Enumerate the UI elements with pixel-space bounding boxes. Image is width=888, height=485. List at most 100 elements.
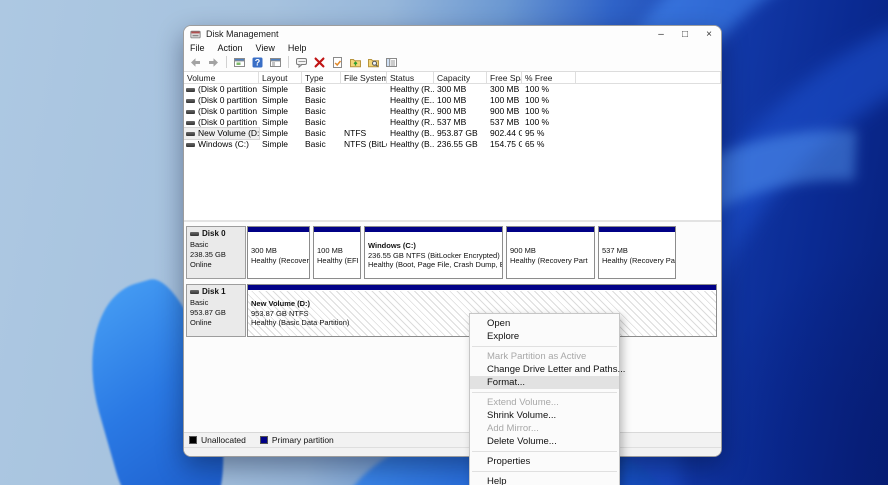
menu-item-help[interactable]: Help <box>470 475 619 485</box>
minimize-button[interactable]: – <box>649 26 673 42</box>
cell-type: Basic <box>305 117 326 127</box>
cell-capacity: 100 MB <box>437 95 467 105</box>
col-filler <box>576 72 721 84</box>
menu-item-explore[interactable]: Explore <box>470 330 619 343</box>
col-volume[interactable]: Volume <box>184 72 259 84</box>
menu-help[interactable]: Help <box>288 43 307 53</box>
partition-windows-c[interactable]: Windows (C:) 236.55 GB NTFS (BitLocker En… <box>364 226 503 279</box>
cell-capacity: 236.55 GB <box>437 139 478 149</box>
table-row[interactable]: (Disk 0 partition 6) Simple Basic Health… <box>184 117 721 128</box>
cell-volume: (Disk 0 partition 5) <box>198 106 259 116</box>
volume-list: Volume Layout Type File System Status Ca… <box>184 72 721 222</box>
folder-search-icon[interactable] <box>366 55 381 70</box>
partition-status: Healthy (Boot, Page File, Crash Dump, Ba… <box>368 260 502 270</box>
disk-name: Disk 0 <box>202 229 226 238</box>
partition-recovery-1[interactable]: 300 MB Healthy (Recovery <box>247 226 310 279</box>
maximize-button[interactable]: □ <box>673 26 697 42</box>
partition-status: Healthy (EFI Sy <box>317 255 360 265</box>
disk-1-label[interactable]: Disk 1 Basic 953.87 GB Online <box>186 284 246 337</box>
cell-freespace: 300 MB <box>490 84 520 94</box>
list-header-row: Volume Layout Type File System Status Ca… <box>184 72 721 84</box>
table-row[interactable]: (Disk 0 partition 1) Simple Basic Health… <box>184 84 721 95</box>
disk-0-label[interactable]: Disk 0 Basic 238.35 GB Online <box>186 226 246 279</box>
cell-status: Healthy (R... <box>390 106 434 116</box>
menu-item-delete-volume[interactable]: Delete Volume... <box>470 435 619 448</box>
col-freespace[interactable]: Free Spa... <box>487 72 522 84</box>
console-window-icon[interactable] <box>232 55 247 70</box>
disk-icon <box>190 232 199 237</box>
cell-pctfree: 95 % <box>525 128 545 138</box>
details-pane-icon[interactable] <box>384 55 399 70</box>
menu-action[interactable]: Action <box>218 43 243 53</box>
cell-filesystem: NTFS (BitLo... <box>344 139 387 149</box>
partition-efi[interactable]: 100 MBHealthy (EFI Sy <box>313 226 361 279</box>
disk-status: Online <box>190 318 212 328</box>
table-row[interactable]: (Disk 0 partition 2) Simple Basic Health… <box>184 95 721 106</box>
menu-item-format[interactable]: Format... <box>470 376 619 389</box>
disk-name: Disk 1 <box>202 287 226 296</box>
cell-type: Basic <box>305 128 326 138</box>
partition-recovery-2[interactable]: 900 MB Healthy (Recovery Part <box>506 226 595 279</box>
volume-icon <box>186 131 195 136</box>
col-type[interactable]: Type <box>302 72 341 84</box>
volume-icon <box>186 98 195 103</box>
cell-layout: Simple <box>262 139 288 149</box>
menu-file[interactable]: File <box>190 43 205 53</box>
menu-separator <box>472 392 617 393</box>
cell-freespace: 100 MB <box>490 95 520 105</box>
partition-status: Healthy (Recovery Part <box>510 255 588 265</box>
menu-separator <box>472 471 617 472</box>
cell-freespace: 154.75 GB <box>490 139 522 149</box>
cell-freespace: 537 MB <box>490 117 520 127</box>
menu-item-properties[interactable]: Properties <box>470 455 619 468</box>
disk-size: 238.35 GB <box>190 249 226 259</box>
col-layout[interactable]: Layout <box>259 72 302 84</box>
cell-capacity: 537 MB <box>437 117 467 127</box>
primary-partition-swatch <box>259 436 268 444</box>
cell-layout: Simple <box>262 95 288 105</box>
cell-capacity: 900 MB <box>437 106 467 116</box>
volume-icon <box>186 87 195 92</box>
menu-separator <box>472 451 617 452</box>
cell-layout: Simple <box>262 106 288 116</box>
table-row-selected[interactable]: New Volume (D:) Simple Basic NTFS Health… <box>184 127 721 140</box>
folder-up-icon[interactable] <box>348 55 363 70</box>
menu-item-shrink-volume[interactable]: Shrink Volume... <box>470 409 619 422</box>
disk-0-row: Disk 0 Basic 238.35 GB Online 300 MB Heal… <box>186 226 719 279</box>
menu-view[interactable]: View <box>256 43 275 53</box>
menu-item-add-mirror[interactable]: Add Mirror... <box>470 422 619 435</box>
status-bubble-icon[interactable] <box>294 55 309 70</box>
menu-bar: File Action View Help <box>184 42 721 53</box>
col-pctfree[interactable]: % Free <box>522 72 576 84</box>
help-icon[interactable]: ? <box>250 55 265 70</box>
back-icon[interactable] <box>188 55 203 70</box>
cell-volume: (Disk 0 partition 1) <box>198 84 259 94</box>
cell-pctfree: 100 % <box>525 95 550 105</box>
partition-size: 100 MB <box>317 245 343 255</box>
cell-status: Healthy (R... <box>390 84 434 94</box>
unallocated-swatch <box>189 436 197 444</box>
menu-item-extend-volume[interactable]: Extend Volume... <box>470 396 619 409</box>
table-row[interactable]: (Disk 0 partition 5) Simple Basic Health… <box>184 106 721 117</box>
col-capacity[interactable]: Capacity <box>434 72 487 84</box>
app-icon <box>190 30 201 38</box>
cell-volume: Windows (C:) <box>198 139 250 149</box>
col-status[interactable]: Status <box>387 72 434 84</box>
cell-pctfree: 100 % <box>525 106 550 116</box>
delete-x-icon[interactable] <box>312 55 327 70</box>
close-button[interactable]: × <box>697 26 721 42</box>
forward-icon[interactable] <box>206 55 221 70</box>
menu-item-mark-partition-active[interactable]: Mark Partition as Active <box>470 350 619 363</box>
menu-item-change-drive-letter[interactable]: Change Drive Letter and Paths... <box>470 363 625 376</box>
title-bar[interactable]: Disk Management – □ × <box>184 26 721 42</box>
col-filesystem[interactable]: File System <box>341 72 387 84</box>
partition-recovery-3[interactable]: 537 MB Healthy (Recovery Pa <box>598 226 676 279</box>
check-page-icon[interactable] <box>330 55 345 70</box>
menu-item-open[interactable]: Open <box>470 317 619 330</box>
legend-bar: Unallocated Primary partition <box>184 432 721 447</box>
console-tree-icon[interactable] <box>268 55 283 70</box>
cell-filesystem: NTFS <box>344 128 367 138</box>
table-row[interactable]: Windows (C:) Simple Basic NTFS (BitLo...… <box>184 139 721 150</box>
cell-volume: New Volume (D:) <box>198 128 259 138</box>
volume-icon <box>186 120 195 125</box>
